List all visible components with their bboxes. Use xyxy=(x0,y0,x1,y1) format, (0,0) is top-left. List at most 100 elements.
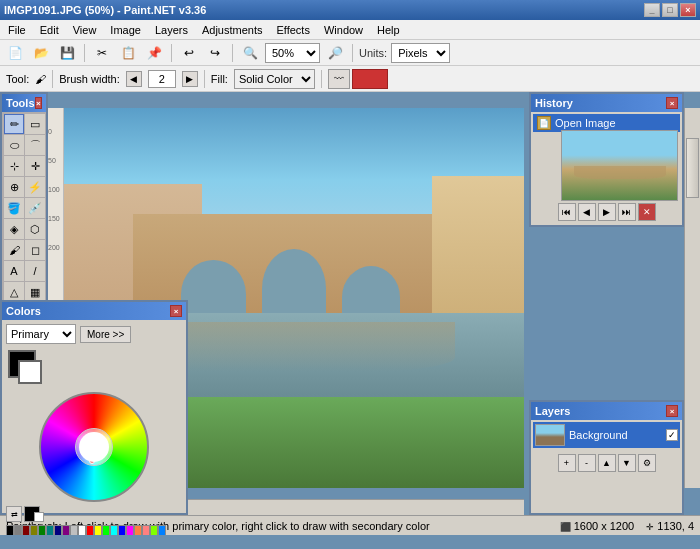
copy-button[interactable]: 📋 xyxy=(117,42,139,64)
layer-name: Background xyxy=(569,429,662,441)
blend-normal-btn[interactable]: 〰 xyxy=(328,69,350,89)
redo-button[interactable]: ↪ xyxy=(204,42,226,64)
palette-color-blue[interactable] xyxy=(118,525,126,535)
paste-button[interactable]: 📌 xyxy=(143,42,165,64)
palette-color-silver[interactable] xyxy=(70,525,78,535)
history-panel-close[interactable]: × xyxy=(666,97,678,109)
save-button[interactable]: 💾 xyxy=(56,42,78,64)
menu-layers[interactable]: Layers xyxy=(149,22,194,38)
open-button[interactable]: 📂 xyxy=(30,42,52,64)
menu-window[interactable]: Window xyxy=(318,22,369,38)
color-wheel[interactable] xyxy=(39,392,149,502)
toolbar-separator-3 xyxy=(232,44,233,62)
tool-select-rect[interactable]: ▭ xyxy=(25,114,45,134)
tool-line[interactable]: / xyxy=(25,261,45,281)
cut-button[interactable]: ✂ xyxy=(91,42,113,64)
menu-adjustments[interactable]: Adjustments xyxy=(196,22,269,38)
layers-delete-btn[interactable]: - xyxy=(578,454,596,472)
layers-panel-close[interactable]: × xyxy=(666,405,678,417)
history-back-btn[interactable]: ⏮ xyxy=(558,203,576,221)
color-extra-controls: ⇄ xyxy=(2,504,186,524)
history-next-btn[interactable]: ▶ xyxy=(598,203,616,221)
secondary-color-swatch[interactable] xyxy=(18,360,42,384)
palette-color-chartreuse[interactable] xyxy=(150,525,158,535)
tool-magic-wand[interactable]: ⚡ xyxy=(25,177,45,197)
history-prev-btn[interactable]: ◀ xyxy=(578,203,596,221)
palette-color-red[interactable] xyxy=(86,525,94,535)
maximize-button[interactable]: □ xyxy=(662,3,678,17)
layer-visibility-checkbox[interactable]: ✓ xyxy=(666,429,678,441)
new-button[interactable]: 📄 xyxy=(4,42,26,64)
menu-effects[interactable]: Effects xyxy=(271,22,316,38)
tool-eraser[interactable]: ◻ xyxy=(25,240,45,260)
tool-color-picker[interactable]: 💉 xyxy=(25,198,45,218)
colors-more-button[interactable]: More >> xyxy=(80,326,131,343)
zoom-in-button[interactable]: 🔎 xyxy=(324,42,346,64)
palette-color-yellow[interactable] xyxy=(94,525,102,535)
menu-help[interactable]: Help xyxy=(371,22,406,38)
zoom-select[interactable]: 50%100%200% xyxy=(265,43,320,63)
colors-panel-close[interactable]: × xyxy=(170,305,182,317)
palette-color-green[interactable] xyxy=(38,525,46,535)
layers-properties-btn[interactable]: ⚙ xyxy=(638,454,656,472)
blend-mode-group: 〰 xyxy=(328,69,388,89)
layers-navigation: + - ▲ ▼ ⚙ xyxy=(531,450,682,476)
scrollbar-v-thumb[interactable] xyxy=(686,138,699,198)
layers-add-btn[interactable]: + xyxy=(558,454,576,472)
palette-color-lime[interactable] xyxy=(102,525,110,535)
tool-gradient[interactable]: ▦ xyxy=(25,282,45,302)
color-mode-select[interactable]: PrimarySecondary xyxy=(6,324,76,344)
undo-button[interactable]: ↩ xyxy=(178,42,200,64)
tool-zoom[interactable]: ⊕ xyxy=(4,177,24,197)
palette-color-navy[interactable] xyxy=(54,525,62,535)
palette-color-black[interactable] xyxy=(6,525,14,535)
palette-color-orange[interactable] xyxy=(134,525,142,535)
history-delete-btn[interactable]: ✕ xyxy=(638,203,656,221)
history-forward-btn[interactable]: ⏭ xyxy=(618,203,636,221)
palette-color-white[interactable] xyxy=(78,525,86,535)
color-swatches-container xyxy=(8,350,50,388)
zoom-out-button[interactable]: 🔍 xyxy=(239,42,261,64)
history-panel: History × 📄 Open Image ⏮ ◀ ▶ ⏭ ✕ xyxy=(529,92,684,227)
menu-image[interactable]: Image xyxy=(104,22,147,38)
menu-edit[interactable]: Edit xyxy=(34,22,65,38)
layers-up-btn[interactable]: ▲ xyxy=(598,454,616,472)
fill-select[interactable]: Solid ColorGradientTransparent xyxy=(234,69,315,89)
tool-move[interactable]: ✛ xyxy=(25,156,45,176)
palette-color-teal[interactable] xyxy=(46,525,54,535)
tool-paintbrush[interactable]: 🖌 xyxy=(4,240,24,260)
close-window-button[interactable]: × xyxy=(680,3,696,17)
tool-move-selection[interactable]: ⊹ xyxy=(4,156,24,176)
tool-clone[interactable]: ◈ xyxy=(4,219,24,239)
layers-down-btn[interactable]: ▼ xyxy=(618,454,636,472)
tool-text[interactable]: A xyxy=(4,261,24,281)
layer-item[interactable]: Background ✓ xyxy=(533,422,680,448)
palette-color-cyan[interactable] xyxy=(110,525,118,535)
minimize-button[interactable]: _ xyxy=(644,3,660,17)
brush-width-input[interactable] xyxy=(148,70,176,88)
palette-color-gray[interactable] xyxy=(14,525,22,535)
brush-width-increase[interactable]: ▶ xyxy=(182,71,198,87)
title-bar: IMGP1091.JPG (50%) - Paint.NET v3.36 _ □… xyxy=(0,0,700,20)
palette-color-azure[interactable] xyxy=(158,525,166,535)
tool-select-ellipse[interactable]: ⬭ xyxy=(4,135,24,155)
menu-file[interactable]: File xyxy=(2,22,32,38)
tool-pencil[interactable]: ✏ xyxy=(4,114,24,134)
brush-width-decrease[interactable]: ◀ xyxy=(126,71,142,87)
palette-color-pink[interactable] xyxy=(142,525,150,535)
tool-recolor[interactable]: ⬡ xyxy=(25,219,45,239)
tools-panel-close[interactable]: × xyxy=(35,97,42,109)
color-swap-btn[interactable]: ⇄ xyxy=(6,506,22,522)
palette-color-magenta[interactable] xyxy=(126,525,134,535)
menu-view[interactable]: View xyxy=(67,22,103,38)
tool-paint-bucket[interactable]: 🪣 xyxy=(4,198,24,218)
window-title: IMGP1091.JPG (50%) - Paint.NET v3.36 xyxy=(4,4,206,16)
palette-color-purple[interactable] xyxy=(62,525,70,535)
tool-lasso[interactable]: ⌒ xyxy=(25,135,45,155)
tool-shapes[interactable]: △ xyxy=(4,282,24,302)
palette-color-olive[interactable] xyxy=(30,525,38,535)
scrollbar-vertical[interactable] xyxy=(684,108,700,488)
units-select[interactable]: PixelsInchescm xyxy=(391,43,450,63)
history-thumb-bridge xyxy=(574,166,666,180)
palette-color-maroon[interactable] xyxy=(22,525,30,535)
